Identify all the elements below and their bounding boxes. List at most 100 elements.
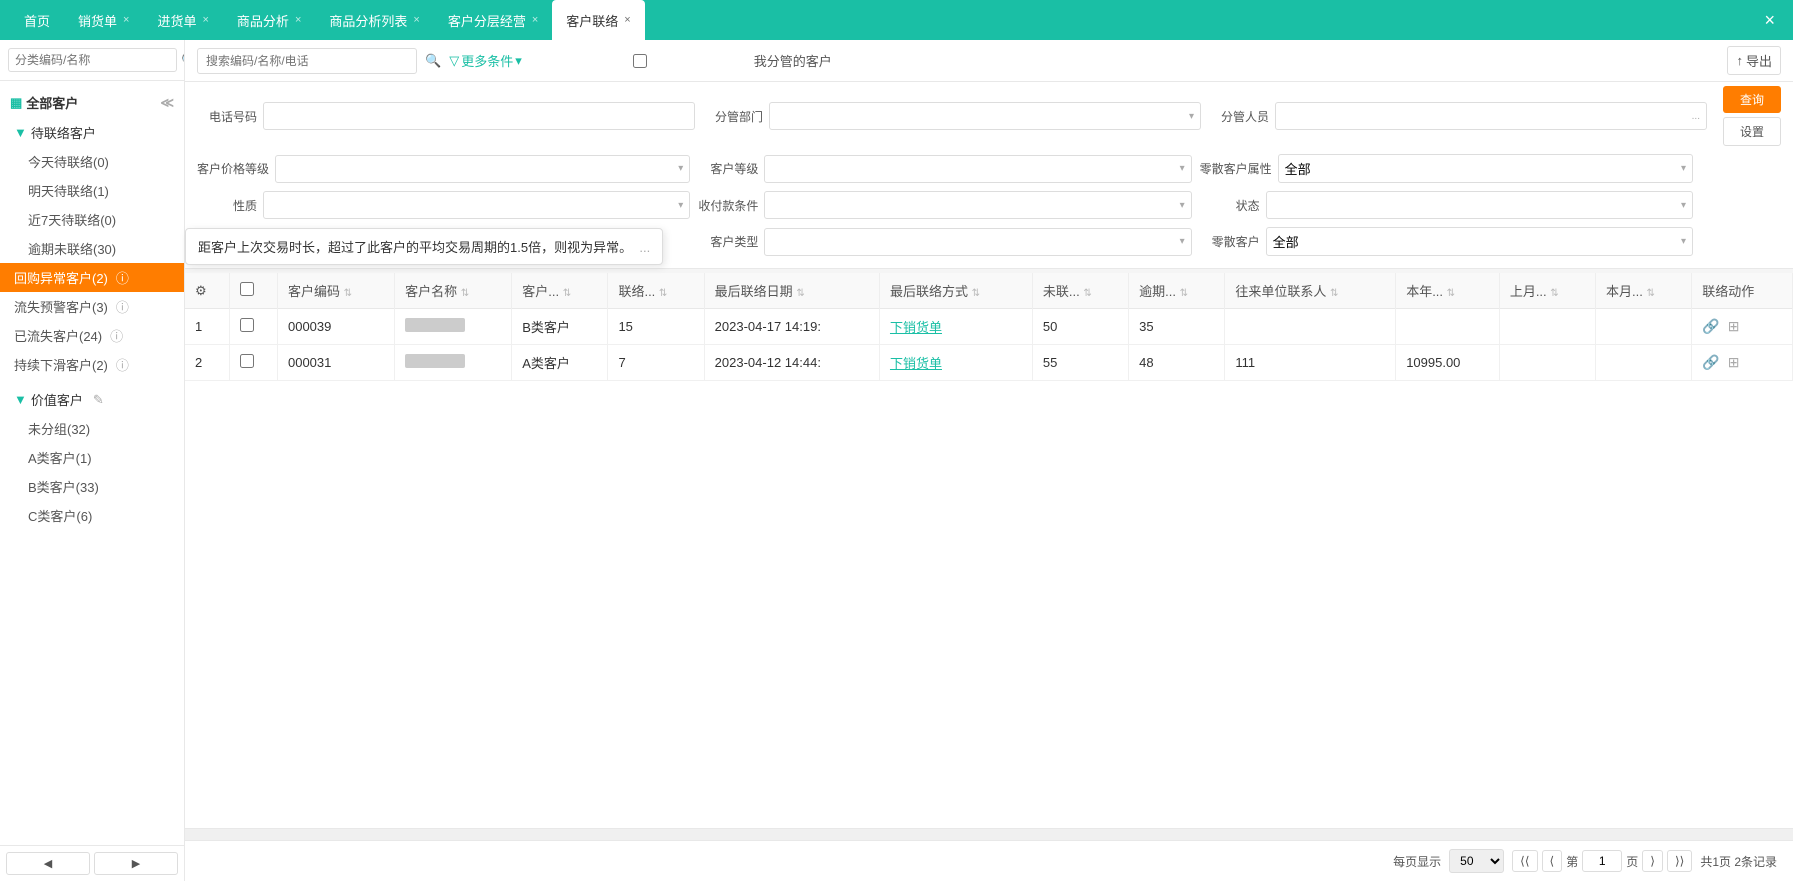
row1-last-method[interactable]: 下销货单 (879, 309, 1032, 345)
col-last-method[interactable]: 最后联络方式 ⇅ (879, 273, 1032, 309)
row1-select[interactable] (240, 318, 254, 332)
row2-last-method[interactable]: 下销货单 (879, 345, 1032, 381)
col-checkbox-header[interactable] (229, 273, 277, 309)
retail-attr-select[interactable]: 全部▾ (1278, 154, 1693, 183)
row2-select[interactable] (240, 354, 254, 368)
nav-customer-mgmt-close[interactable]: × (532, 14, 538, 26)
person-select[interactable]: ... (1275, 102, 1707, 130)
dept-select[interactable]: ▾ (769, 102, 1201, 130)
row1-link-icon[interactable]: 🔗 (1702, 318, 1719, 335)
col-uncontacted[interactable]: 未联... ⇅ (1032, 273, 1128, 309)
col-contact-person[interactable]: 往来单位联系人 ⇅ (1225, 273, 1396, 309)
sidebar-scroll-right[interactable]: ▶ (94, 852, 178, 875)
nav-analysis-close[interactable]: × (295, 14, 301, 26)
churned-label: 已流失客户(24) (14, 326, 102, 345)
phone-input[interactable] (263, 102, 695, 130)
current-page-input[interactable] (1582, 850, 1622, 872)
nav-customer-contact[interactable]: 客户联络 × (552, 0, 644, 40)
payment-label: 收付款条件 (698, 197, 758, 214)
nav-analysis-list[interactable]: 商品分析列表 × (315, 0, 433, 40)
tooltip-more[interactable]: ... (639, 240, 650, 255)
nav-analysis-list-close[interactable]: × (413, 14, 419, 26)
nav-home[interactable]: 首页 (10, 0, 64, 40)
sidebar-churn-warning[interactable]: 流失预警客户(3) ⓘ (0, 292, 184, 321)
row2-checkbox[interactable] (229, 345, 277, 381)
more-conditions-btn[interactable]: ▽ 更多条件 ▾ (449, 51, 522, 70)
row2-link-icon[interactable]: 🔗 (1702, 354, 1719, 371)
export-label: 导出 (1746, 51, 1772, 70)
row2-grid-icon[interactable]: ⊞ (1728, 354, 1740, 371)
next-page-btn[interactable]: ⟩ (1642, 850, 1663, 872)
retail-customer-select[interactable]: 全部▾ (1266, 227, 1693, 256)
col-overdue[interactable]: 逾期... ⇅ (1129, 273, 1225, 309)
col-settings[interactable]: ⚙ (185, 273, 229, 309)
col-last-month[interactable]: 上月... ⇅ (1499, 273, 1595, 309)
col-name[interactable]: 客户名称 ⇅ (395, 273, 512, 309)
sidebar-ungrouped[interactable]: 未分组(32) (0, 414, 184, 443)
status-select[interactable]: ▾ (1266, 191, 1693, 219)
dept-label: 分管部门 (703, 108, 763, 125)
col-code[interactable]: 客户编码 ⇅ (277, 273, 394, 309)
nav-purchase[interactable]: 进货单 × (143, 0, 222, 40)
sidebar-declining[interactable]: 持续下滑客户(2) ⓘ (0, 350, 184, 379)
row2-contact-person: 111 (1225, 345, 1396, 381)
export-button[interactable]: ↑ 导出 (1727, 46, 1781, 75)
sidebar-c-class[interactable]: C类客户(6) (0, 501, 184, 530)
sidebar-scroll-left[interactable]: ◀ (6, 852, 90, 875)
nav-purchase-close[interactable]: × (202, 14, 208, 26)
sidebar-all-customers[interactable]: ▦ 全部客户 ≪ (0, 87, 184, 118)
horizontal-scrollbar[interactable] (185, 828, 1793, 840)
sort-name-icon: ⇅ (461, 288, 469, 299)
sidebar-search-input[interactable] (8, 48, 177, 72)
value-edit-icon[interactable]: ✎ (93, 392, 104, 408)
nav-customer-mgmt[interactable]: 客户分层经营 × (434, 0, 552, 40)
nav-sales[interactable]: 销货单 × (64, 0, 143, 40)
customer-level-select[interactable]: ▾ (764, 155, 1191, 183)
col-last-date[interactable]: 最后联络日期 ⇅ (704, 273, 879, 309)
settings-button[interactable]: 设置 (1723, 117, 1781, 146)
price-level-select[interactable]: ▾ (275, 155, 690, 183)
row1-checkbox[interactable] (229, 309, 277, 345)
nav-analysis[interactable]: 商品分析 × (223, 0, 315, 40)
sidebar-b-class[interactable]: B类客户(33) (0, 472, 184, 501)
page-size-select[interactable]: 50 20 100 200 (1449, 849, 1504, 873)
status-label: 状态 (1200, 197, 1260, 214)
settings-col-icon: ⚙ (195, 283, 207, 298)
row1-type: B类客户 (512, 309, 608, 345)
my-customers-checkbox-label[interactable]: 我分管的客户 (530, 51, 832, 70)
sidebar-today-pending[interactable]: 今天待联络(0) (0, 147, 184, 176)
sidebar-abnormal-repurchase[interactable]: 回购异常客户(2) ⓘ (0, 263, 184, 292)
row1-contact: 15 (608, 309, 704, 345)
row1-index: 1 (185, 309, 229, 345)
sidebar-pending-header[interactable]: ▼ 待联络客户 (0, 118, 184, 147)
col-contact-count[interactable]: 联络... ⇅ (608, 273, 704, 309)
sidebar-tomorrow-pending[interactable]: 明天待联络(1) (0, 176, 184, 205)
row1-grid-icon[interactable]: ⊞ (1728, 318, 1740, 335)
nature-select[interactable]: ▾ (263, 191, 690, 219)
window-close-button[interactable]: × (1756, 10, 1783, 31)
sidebar-churned[interactable]: 已流失客户(24) ⓘ (0, 321, 184, 350)
query-button[interactable]: 查询 (1723, 86, 1781, 113)
last-page-btn[interactable]: ⟩⟩ (1667, 850, 1692, 872)
customer-type-select[interactable]: ▾ (764, 228, 1191, 256)
prev-page-btn[interactable]: ⟨ (1542, 850, 1563, 872)
search-icon[interactable]: 🔍 (425, 53, 441, 69)
nav-customer-contact-close[interactable]: × (624, 14, 630, 26)
col-type[interactable]: 客户... ⇅ (512, 273, 608, 309)
search-input[interactable] (197, 48, 417, 74)
sidebar-overdue-contact[interactable]: 逾期未联络(30) (0, 234, 184, 263)
row1-contact-person (1225, 309, 1396, 345)
sidebar-week-pending[interactable]: 近7天待联络(0) (0, 205, 184, 234)
col-this-month[interactable]: 本月... ⇅ (1596, 273, 1692, 309)
nav-sales-close[interactable]: × (123, 14, 129, 26)
sidebar-value-customers-header[interactable]: ▼ 价值客户 ✎ (0, 385, 184, 414)
info-icon-declining: ⓘ (116, 355, 129, 374)
sidebar-a-class[interactable]: A类客户(1) (0, 443, 184, 472)
payment-select[interactable]: ▾ (764, 191, 1191, 219)
price-level-arrow: ▾ (678, 163, 683, 174)
col-this-year[interactable]: 本年... ⇅ (1396, 273, 1500, 309)
first-page-btn[interactable]: ⟨⟨ (1512, 850, 1537, 872)
sidebar-collapse-icon[interactable]: ≪ (160, 95, 174, 111)
my-customers-checkbox[interactable] (530, 54, 750, 68)
select-all-checkbox[interactable] (240, 282, 254, 296)
